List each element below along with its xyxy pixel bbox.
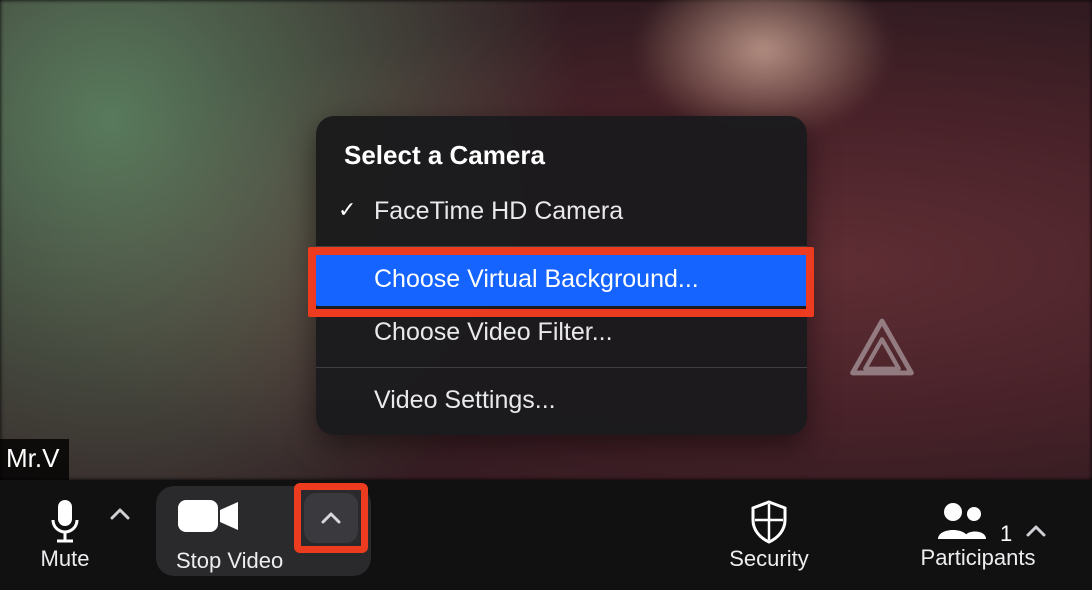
chevron-up-icon: [1026, 524, 1046, 538]
video-camera-icon: [176, 494, 242, 538]
menu-title: Select a Camera: [316, 134, 807, 185]
menu-item-camera-facetime[interactable]: ✓ FaceTime HD Camera: [316, 185, 807, 238]
participants-label: Participants: [921, 545, 1036, 571]
microphone-icon: [47, 498, 83, 544]
participants-count: 1: [1000, 521, 1012, 547]
menu-item-video-filter[interactable]: Choose Video Filter...: [316, 306, 807, 359]
video-options-menu: Select a Camera ✓ FaceTime HD Camera Cho…: [316, 116, 807, 435]
menu-item-label: Video Settings...: [374, 386, 556, 414]
security-button[interactable]: Security: [694, 498, 844, 572]
video-options-caret[interactable]: [304, 493, 358, 543]
menu-item-label: Choose Video Filter...: [374, 318, 613, 346]
stop-video-label: Stop Video: [176, 548, 283, 574]
security-label: Security: [729, 546, 808, 572]
meeting-window: Mr.V Select a Camera ✓ FaceTime HD Camer…: [0, 0, 1092, 590]
stop-video-button[interactable]: [176, 494, 246, 538]
menu-item-virtual-background[interactable]: Choose Virtual Background...: [316, 253, 807, 306]
shirt-logo-graphic: [847, 315, 917, 379]
menu-item-label: FaceTime HD Camera: [374, 197, 623, 225]
shield-icon: [747, 498, 791, 544]
audio-options-caret[interactable]: [110, 504, 130, 527]
participant-name: Mr.V: [6, 443, 59, 473]
menu-item-label: Choose Virtual Background...: [374, 265, 699, 293]
participants-icon: [934, 499, 992, 543]
chevron-up-icon: [320, 510, 342, 526]
meeting-toolbar: Mute Stop Video: [0, 480, 1092, 590]
chevron-up-icon: [110, 507, 130, 521]
participants-button[interactable]: Participants 1: [878, 499, 1078, 571]
participants-options-caret[interactable]: [1026, 521, 1046, 544]
menu-separator: [316, 246, 807, 247]
menu-separator: [316, 367, 807, 368]
checkmark-icon: ✓: [338, 197, 356, 223]
mute-label: Mute: [41, 546, 90, 572]
menu-item-video-settings[interactable]: Video Settings...: [316, 374, 807, 433]
mute-button[interactable]: Mute: [10, 498, 120, 572]
participant-name-tag: Mr.V: [0, 439, 69, 480]
